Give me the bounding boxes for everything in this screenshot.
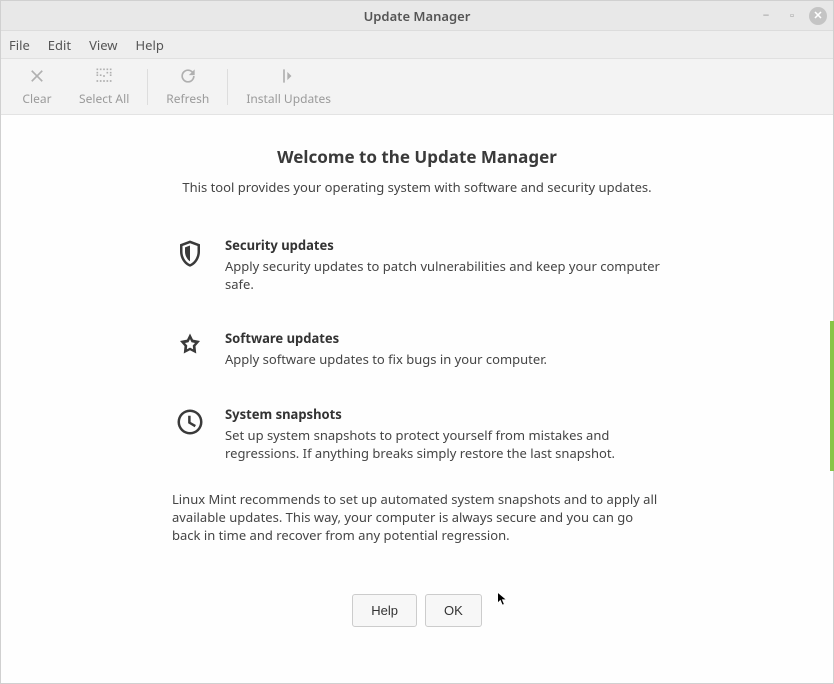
window-title: Update Manager bbox=[364, 7, 471, 25]
minimize-button[interactable]: ‒ bbox=[757, 7, 775, 25]
feature-title: Security updates bbox=[225, 236, 663, 254]
select-all-button[interactable]: Select All bbox=[69, 62, 139, 111]
star-icon bbox=[173, 329, 207, 368]
feature-security: Security updates Apply security updates … bbox=[173, 236, 663, 293]
clear-icon bbox=[27, 66, 47, 90]
feature-title: System snapshots bbox=[225, 405, 663, 423]
feature-desc: Apply software updates to fix bugs in yo… bbox=[225, 350, 663, 368]
toolbar: Clear Select All Refresh Install Updates bbox=[1, 59, 833, 115]
refresh-icon bbox=[178, 66, 198, 90]
feature-software: Software updates Apply software updates … bbox=[173, 329, 663, 368]
install-icon bbox=[279, 66, 299, 90]
menu-help[interactable]: Help bbox=[136, 36, 164, 54]
welcome-subheading: This tool provides your operating system… bbox=[182, 178, 651, 196]
menu-file[interactable]: File bbox=[9, 36, 30, 54]
feature-desc: Set up system snapshots to protect yours… bbox=[225, 426, 663, 462]
decoration-strip bbox=[830, 321, 834, 471]
install-updates-button[interactable]: Install Updates bbox=[236, 62, 341, 111]
toolbar-separator bbox=[147, 69, 148, 105]
close-button[interactable]: ✕ bbox=[809, 7, 827, 25]
help-button[interactable]: Help bbox=[352, 594, 417, 627]
refresh-label: Refresh bbox=[166, 90, 209, 107]
feature-list: Security updates Apply security updates … bbox=[173, 236, 663, 498]
select-all-label: Select All bbox=[79, 90, 129, 107]
clear-label: Clear bbox=[22, 90, 51, 107]
feature-snapshots: System snapshots Set up system snapshots… bbox=[173, 405, 663, 462]
window-controls: ‒ ▫ ✕ bbox=[757, 1, 827, 30]
titlebar: Update Manager ‒ ▫ ✕ bbox=[1, 1, 833, 31]
menu-view[interactable]: View bbox=[89, 36, 117, 54]
shield-icon bbox=[173, 236, 207, 293]
clear-button[interactable]: Clear bbox=[9, 62, 65, 111]
button-row: Help OK bbox=[352, 594, 482, 663]
maximize-button[interactable]: ▫ bbox=[783, 7, 801, 25]
install-label: Install Updates bbox=[246, 90, 331, 107]
feature-desc: Apply security updates to patch vulnerab… bbox=[225, 257, 663, 293]
feature-title: Software updates bbox=[225, 329, 663, 347]
ok-button[interactable]: OK bbox=[425, 594, 482, 627]
select-all-icon bbox=[94, 66, 114, 90]
clock-icon bbox=[173, 405, 207, 462]
refresh-button[interactable]: Refresh bbox=[156, 62, 219, 111]
window: Update Manager ‒ ▫ ✕ File Edit View Help… bbox=[0, 0, 834, 684]
menu-edit[interactable]: Edit bbox=[48, 36, 71, 54]
welcome-panel: Welcome to the Update Manager This tool … bbox=[1, 115, 833, 683]
recommendation-text: Linux Mint recommends to set up automate… bbox=[172, 490, 662, 545]
welcome-heading: Welcome to the Update Manager bbox=[277, 145, 557, 168]
toolbar-separator bbox=[227, 69, 228, 105]
menubar: File Edit View Help bbox=[1, 31, 833, 59]
